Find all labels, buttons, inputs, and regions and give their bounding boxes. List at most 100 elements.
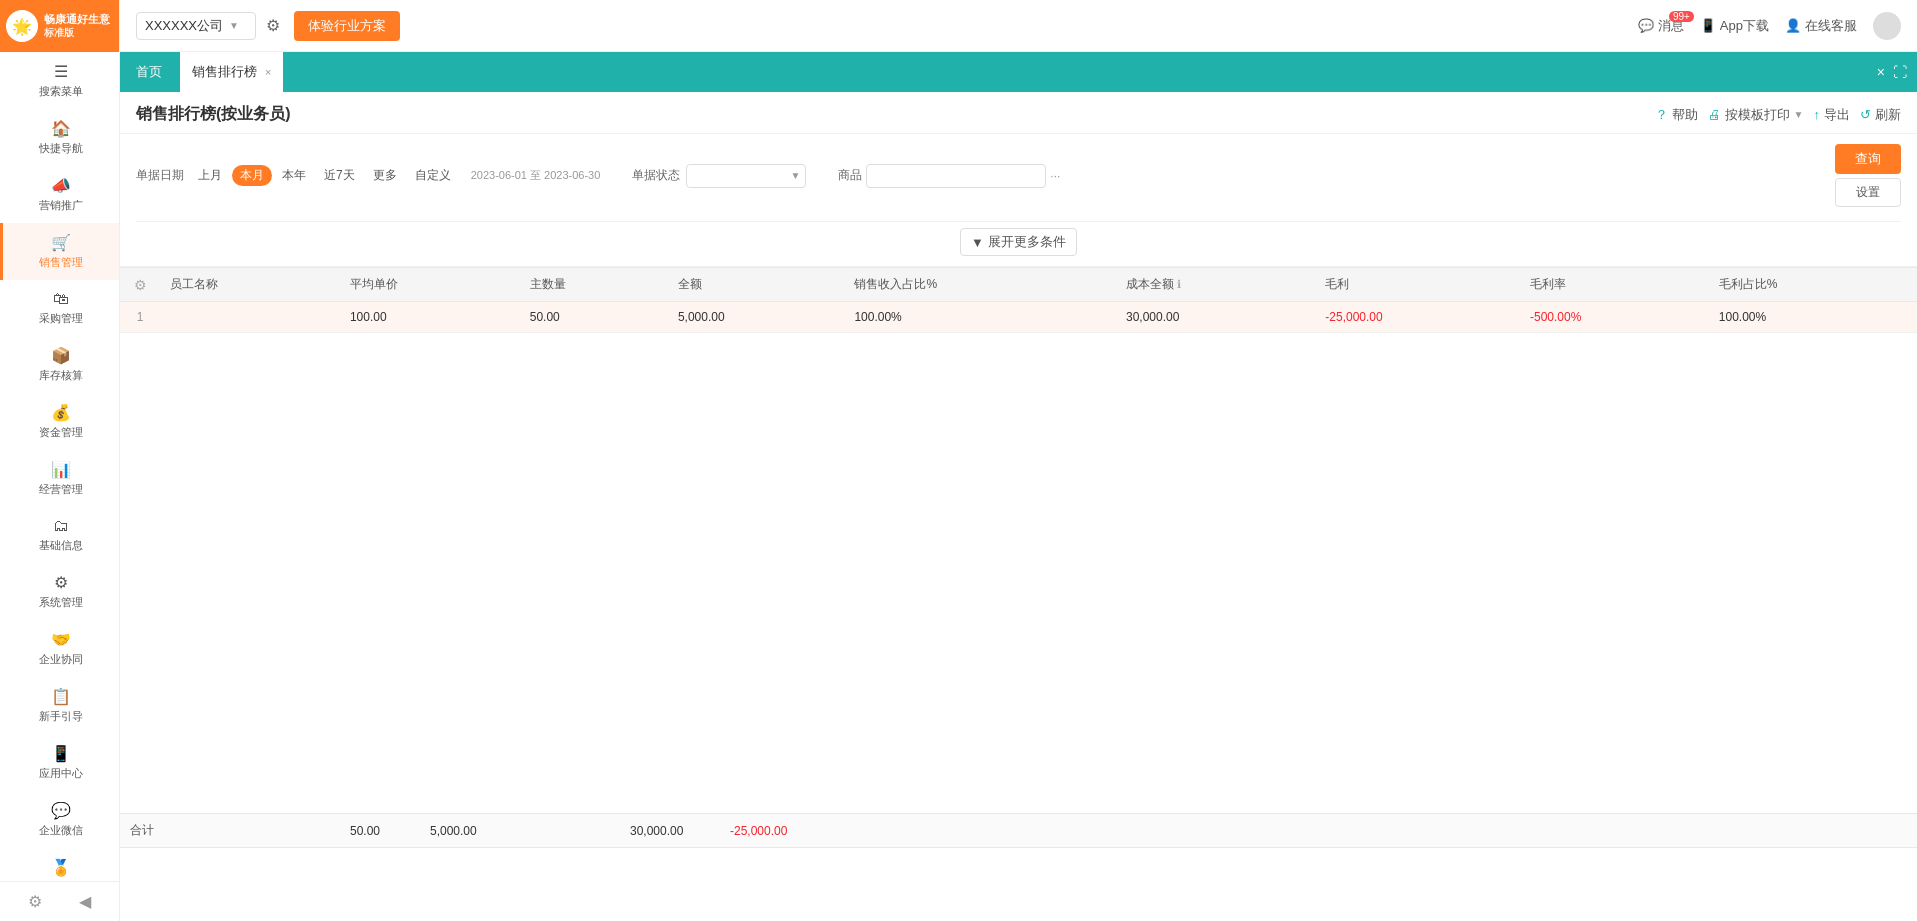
topbar-right: 💬 消息 99+ 📱 App下载 👤 在线客服 [1638,12,1901,40]
td-profit-rate: -500.00% [1520,302,1709,333]
page-inner: 销售排行榜(按业务员) ？ 帮助 🖨 按模板打印 ▼ ↑ 导出 [120,92,1917,921]
trial-button[interactable]: 体验行业方案 [294,11,400,41]
goods-input[interactable] [866,164,1046,188]
th-avg-price: 平均单价 [340,268,520,302]
tab-close-icon[interactable]: × [265,66,271,78]
logo-icon: 🌟 [6,10,38,42]
sidebar-settings-icon[interactable]: ⚙ [28,892,42,911]
date-tab-last-month[interactable]: 上月 [190,165,230,186]
status-select-wrapper: ▼ [686,164,806,188]
date-tab-custom[interactable]: 自定义 [407,165,459,186]
help-action[interactable]: ？ 帮助 [1655,106,1698,124]
sidebar-footer: ⚙ ◀ [0,881,119,921]
sidebar-item-sales[interactable]: 🛒 销售管理 [0,223,119,280]
tab-window-close-icon[interactable]: × [1877,64,1885,80]
help-label: 帮助 [1672,106,1698,124]
th-gear: ⚙ [120,268,160,302]
footer-qty: 50.00 [350,824,430,838]
sidebar-item-quick-nav[interactable]: 🏠 快捷导航 [0,109,119,166]
date-range-text: 2023-06-01 至 2023-06-30 [471,168,601,183]
company-dropdown-arrow: ▼ [229,20,239,31]
th-amount: 全额 [668,268,844,302]
th-profit: 毛利 [1315,268,1520,302]
sidebar-nav: ☰ 搜索菜单 🏠 快捷导航 📣 营销推广 🛒 销售管理 🛍 采购管理 📦 库存核… [0,52,119,881]
sidebar-item-enterprise-collab[interactable]: 🤝 企业协同 [0,620,119,677]
sidebar-item-guide[interactable]: 📋 新手引导 [0,677,119,734]
sidebar-item-marketing[interactable]: 📣 营销推广 [0,166,119,223]
sidebar-item-purchase[interactable]: 🛍 采购管理 [0,280,119,336]
tab-sales-ranking-label: 销售排行榜 [192,63,257,81]
template-print-action[interactable]: 🖨 按模板打印 ▼ [1708,106,1804,124]
date-tab-more[interactable]: 更多 [365,165,405,186]
date-tab-7days[interactable]: 近7天 [316,165,363,186]
sidebar-item-finance[interactable]: 💰 资金管理 [0,393,119,450]
table-header-row: ⚙ 员工名称 平均单价 主数量 全额 销售收入占比% 成本全额 ℹ 毛利 毛利率… [120,268,1917,302]
tab-sales-ranking[interactable]: 销售排行榜 × [180,52,283,92]
sidebar-item-app-center[interactable]: 📱 应用中心 [0,734,119,791]
expand-more-btn[interactable]: ▼ 展开更多条件 [960,228,1077,256]
th-cost: 成本全额 ℹ [1116,268,1315,302]
export-icon: ↑ [1814,107,1821,122]
date-tabs: 上月 本月 本年 近7天 更多 自定义 [190,165,459,186]
sidebar-item-system[interactable]: ⚙ 系统管理 [0,563,119,620]
sidebar-item-inventory[interactable]: 📦 库存核算 [0,336,119,393]
footer-profit: -25,000.00 [730,824,830,838]
goods-more-icon[interactable]: ··· [1050,169,1060,183]
td-rank: 1 [120,302,160,333]
th-qty: 主数量 [520,268,668,302]
status-filter: 单据状态 ▼ [632,164,806,188]
message-item[interactable]: 💬 消息 99+ [1638,17,1684,35]
refresh-action[interactable]: ↺ 刷新 [1860,106,1901,124]
system-icon: ⚙ [54,573,68,592]
topbar: XXXXXX公司 ▼ ⚙ 体验行业方案 💬 消息 99+ 📱 App下载 👤 在… [120,0,1917,52]
tab-window-maximize-icon[interactable]: ⛶ [1893,64,1907,80]
export-action[interactable]: ↑ 导出 [1814,106,1851,124]
inventory-icon: 📦 [51,346,71,365]
page-header-actions: ？ 帮助 🖨 按模板打印 ▼ ↑ 导出 ↺ 刷新 [1655,106,1901,124]
export-label: 导出 [1824,106,1850,124]
date-tab-this-year[interactable]: 本年 [274,165,314,186]
refresh-icon: ↺ [1860,107,1871,122]
app-download-item[interactable]: 📱 App下载 [1700,17,1769,35]
td-cost: 30,000.00 [1116,302,1315,333]
sidebar-item-basic-info[interactable]: 🗂 基础信息 [0,507,119,563]
data-table: ⚙ 员工名称 平均单价 主数量 全额 销售收入占比% 成本全额 ℹ 毛利 毛利率… [120,267,1917,333]
date-tab-this-month[interactable]: 本月 [232,165,272,186]
topbar-settings-icon[interactable]: ⚙ [266,16,280,35]
sales-icon: 🛒 [51,233,71,252]
date-filter: 单据日期 上月 本月 本年 近7天 更多 自定义 [136,165,459,186]
sidebar-item-membership[interactable]: 🏅 畅会员 [0,848,119,881]
finance-icon: 💰 [51,403,71,422]
filter-row-1: 单据日期 上月 本月 本年 近7天 更多 自定义 2023-06-01 至 20… [136,144,1901,207]
sidebar-item-operations[interactable]: 📊 经营管理 [0,450,119,507]
company-selector[interactable]: XXXXXX公司 ▼ [136,12,256,40]
td-amount: 5,000.00 [668,302,844,333]
page-title: 销售排行榜(按业务员) [136,104,291,125]
td-profit: -25,000.00 [1315,302,1520,333]
filter-actions: 查询 设置 [1835,144,1901,207]
print-dropdown-icon: ▼ [1794,109,1804,120]
th-name: 员工名称 [160,268,340,302]
guide-icon: 📋 [51,687,71,706]
tab-home[interactable]: 首页 [120,52,178,92]
search-menu-icon: ☰ [54,62,68,81]
setting-button[interactable]: 设置 [1835,178,1901,207]
td-profit-pct: 100.00% [1709,302,1917,333]
online-service-item[interactable]: 👤 在线客服 [1785,17,1857,35]
th-profit-pct: 毛利占比% [1709,268,1917,302]
main-content: XXXXXX公司 ▼ ⚙ 体验行业方案 💬 消息 99+ 📱 App下载 👤 在… [120,0,1917,921]
sidebar-item-enterprise-wechat[interactable]: 💬 企业微信 [0,791,119,848]
expand-icon: ▼ [971,235,984,250]
table-row: 1 100.00 50.00 5,000.00 100.00% 30,000.0… [120,302,1917,333]
goods-filter-label: 商品 [838,167,862,184]
query-button[interactable]: 查询 [1835,144,1901,174]
td-avg-price: 100.00 [340,302,520,333]
td-name [160,302,340,333]
user-avatar[interactable] [1873,12,1901,40]
status-select[interactable] [686,164,806,188]
sidebar-collapse-icon[interactable]: ◀ [79,892,91,911]
print-icon: 🖨 [1708,107,1721,122]
column-settings-icon[interactable]: ⚙ [134,277,147,293]
refresh-label: 刷新 [1875,106,1901,124]
sidebar-item-search[interactable]: ☰ 搜索菜单 [0,52,119,109]
